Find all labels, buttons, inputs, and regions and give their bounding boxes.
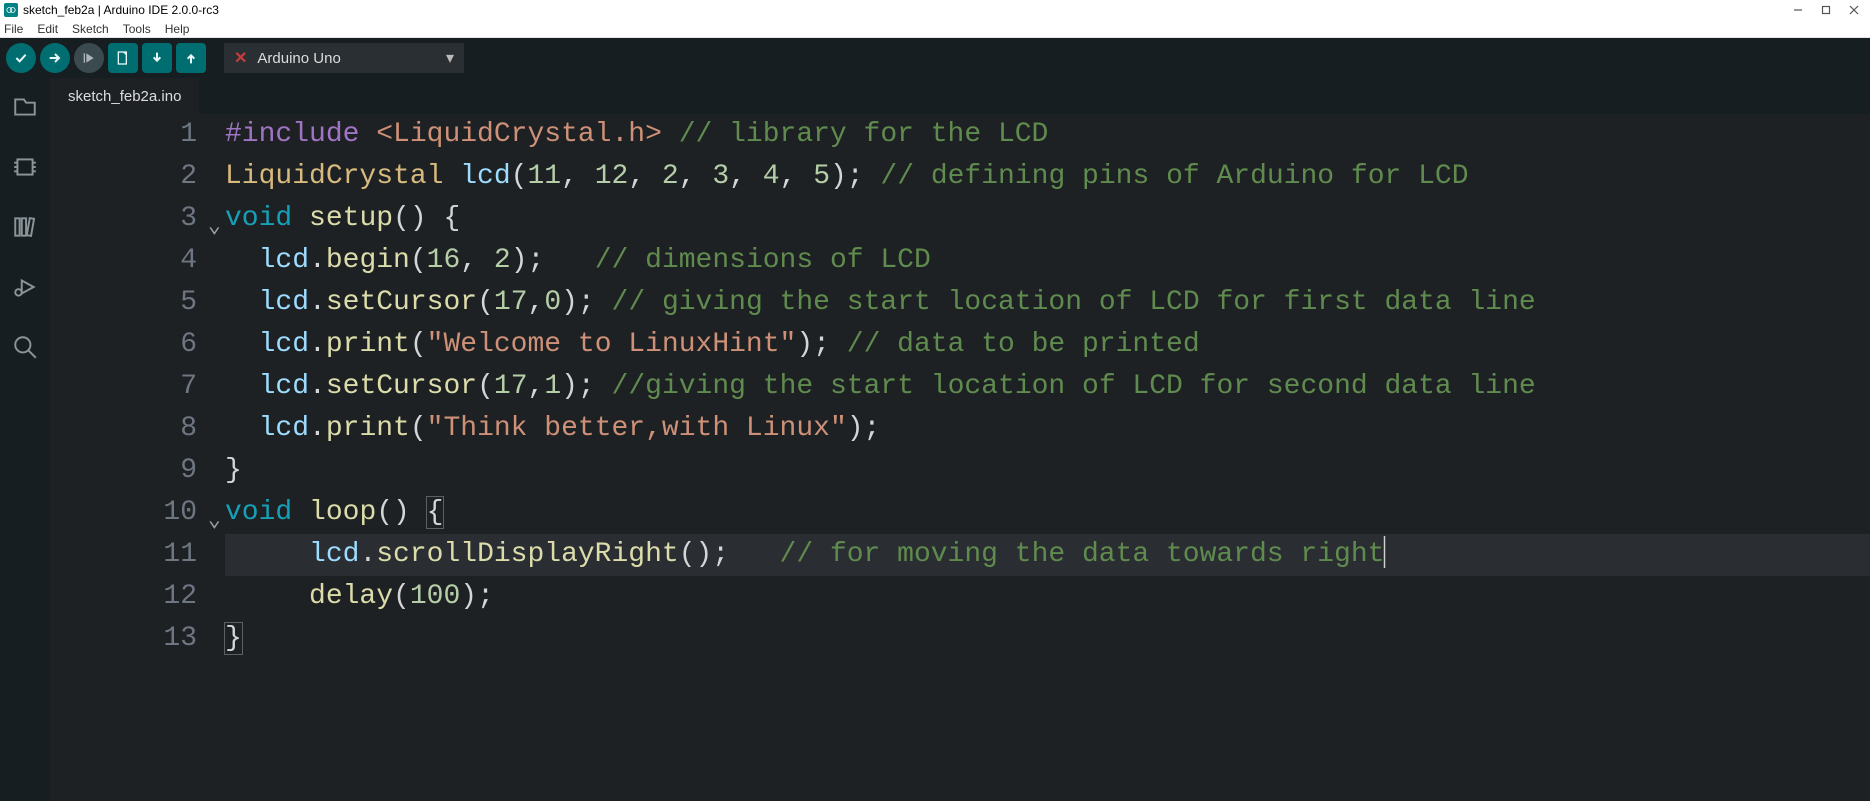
workspace: sketch_feb2a.ino 123⌄45678910⌄111213 #in… [0, 78, 1870, 801]
window-titlebar: sketch_feb2a | Arduino IDE 2.0.0-rc3 [0, 0, 1870, 20]
board-disconnected-icon: ✕ [234, 48, 247, 68]
tab-bar: sketch_feb2a.ino [50, 78, 1870, 114]
code-line[interactable]: } [225, 618, 1870, 660]
menu-file[interactable]: File [4, 22, 23, 36]
line-number: 2 [50, 156, 197, 198]
board-selector-dropdown[interactable]: ✕ Arduino Uno ▾ [224, 43, 464, 73]
open-sketch-button[interactable] [142, 43, 172, 73]
code-line[interactable]: #include <LiquidCrystal.h> // library fo… [225, 114, 1870, 156]
library-manager-button[interactable] [10, 212, 40, 242]
code-line[interactable]: lcd.print("Welcome to LinuxHint"); // da… [225, 324, 1870, 366]
minimize-button[interactable] [1786, 2, 1810, 18]
menu-tools[interactable]: Tools [123, 22, 151, 36]
code-line[interactable]: delay(100); [225, 576, 1870, 618]
line-number: 1 [50, 114, 197, 156]
line-number: 12 [50, 576, 197, 618]
code-line[interactable]: void loop() { [225, 492, 1870, 534]
line-number: 5 [50, 282, 197, 324]
line-number-gutter: 123⌄45678910⌄111213 [50, 114, 225, 801]
toolbar: ✕ Arduino Uno ▾ [0, 38, 1870, 78]
line-number: 13 [50, 618, 197, 660]
line-number: 4 [50, 240, 197, 282]
line-number: 10⌄ [50, 492, 197, 534]
tab-active-file[interactable]: sketch_feb2a.ino [50, 78, 199, 114]
line-number: 6 [50, 324, 197, 366]
search-button[interactable] [10, 332, 40, 362]
debug-panel-button[interactable] [10, 272, 40, 302]
maximize-button[interactable] [1814, 2, 1838, 18]
code-line[interactable]: lcd.print("Think better,with Linux"); [225, 408, 1870, 450]
fold-chevron-icon[interactable]: ⌄ [208, 206, 221, 248]
line-number: 9 [50, 450, 197, 492]
line-number: 7 [50, 366, 197, 408]
line-number: 8 [50, 408, 197, 450]
code-line[interactable]: lcd.begin(16, 2); // dimensions of LCD [225, 240, 1870, 282]
upload-button[interactable] [40, 43, 70, 73]
board-name-label: Arduino Uno [257, 50, 446, 67]
code-line[interactable]: } [225, 450, 1870, 492]
menu-edit[interactable]: Edit [37, 22, 58, 36]
menu-help[interactable]: Help [165, 22, 190, 36]
new-sketch-button[interactable] [108, 43, 138, 73]
line-number: 11 [50, 534, 197, 576]
explorer-button[interactable] [10, 92, 40, 122]
code-line[interactable]: LiquidCrystal lcd(11, 12, 2, 3, 4, 5); /… [225, 156, 1870, 198]
window-title: sketch_feb2a | Arduino IDE 2.0.0-rc3 [23, 3, 219, 17]
code-editor[interactable]: 123⌄45678910⌄111213 #include <LiquidCrys… [50, 114, 1870, 801]
tab-label: sketch_feb2a.ino [68, 88, 181, 105]
code-line[interactable]: void setup() { [225, 198, 1870, 240]
fold-chevron-icon[interactable]: ⌄ [208, 500, 221, 542]
boards-manager-button[interactable] [10, 152, 40, 182]
verify-button[interactable] [6, 43, 36, 73]
app-icon [4, 3, 18, 17]
line-number: 3⌄ [50, 198, 197, 240]
chevron-down-icon: ▾ [446, 48, 454, 68]
editor-area: sketch_feb2a.ino 123⌄45678910⌄111213 #in… [50, 78, 1870, 801]
menu-bar: File Edit Sketch Tools Help [0, 20, 1870, 38]
menu-sketch[interactable]: Sketch [72, 22, 109, 36]
save-sketch-button[interactable] [176, 43, 206, 73]
code-line[interactable]: lcd.setCursor(17,1); //giving the start … [225, 366, 1870, 408]
close-button[interactable] [1842, 2, 1866, 18]
debug-button[interactable] [74, 43, 104, 73]
code-line[interactable]: lcd.setCursor(17,0); // giving the start… [225, 282, 1870, 324]
code-content[interactable]: #include <LiquidCrystal.h> // library fo… [225, 114, 1870, 801]
activity-bar [0, 78, 50, 801]
